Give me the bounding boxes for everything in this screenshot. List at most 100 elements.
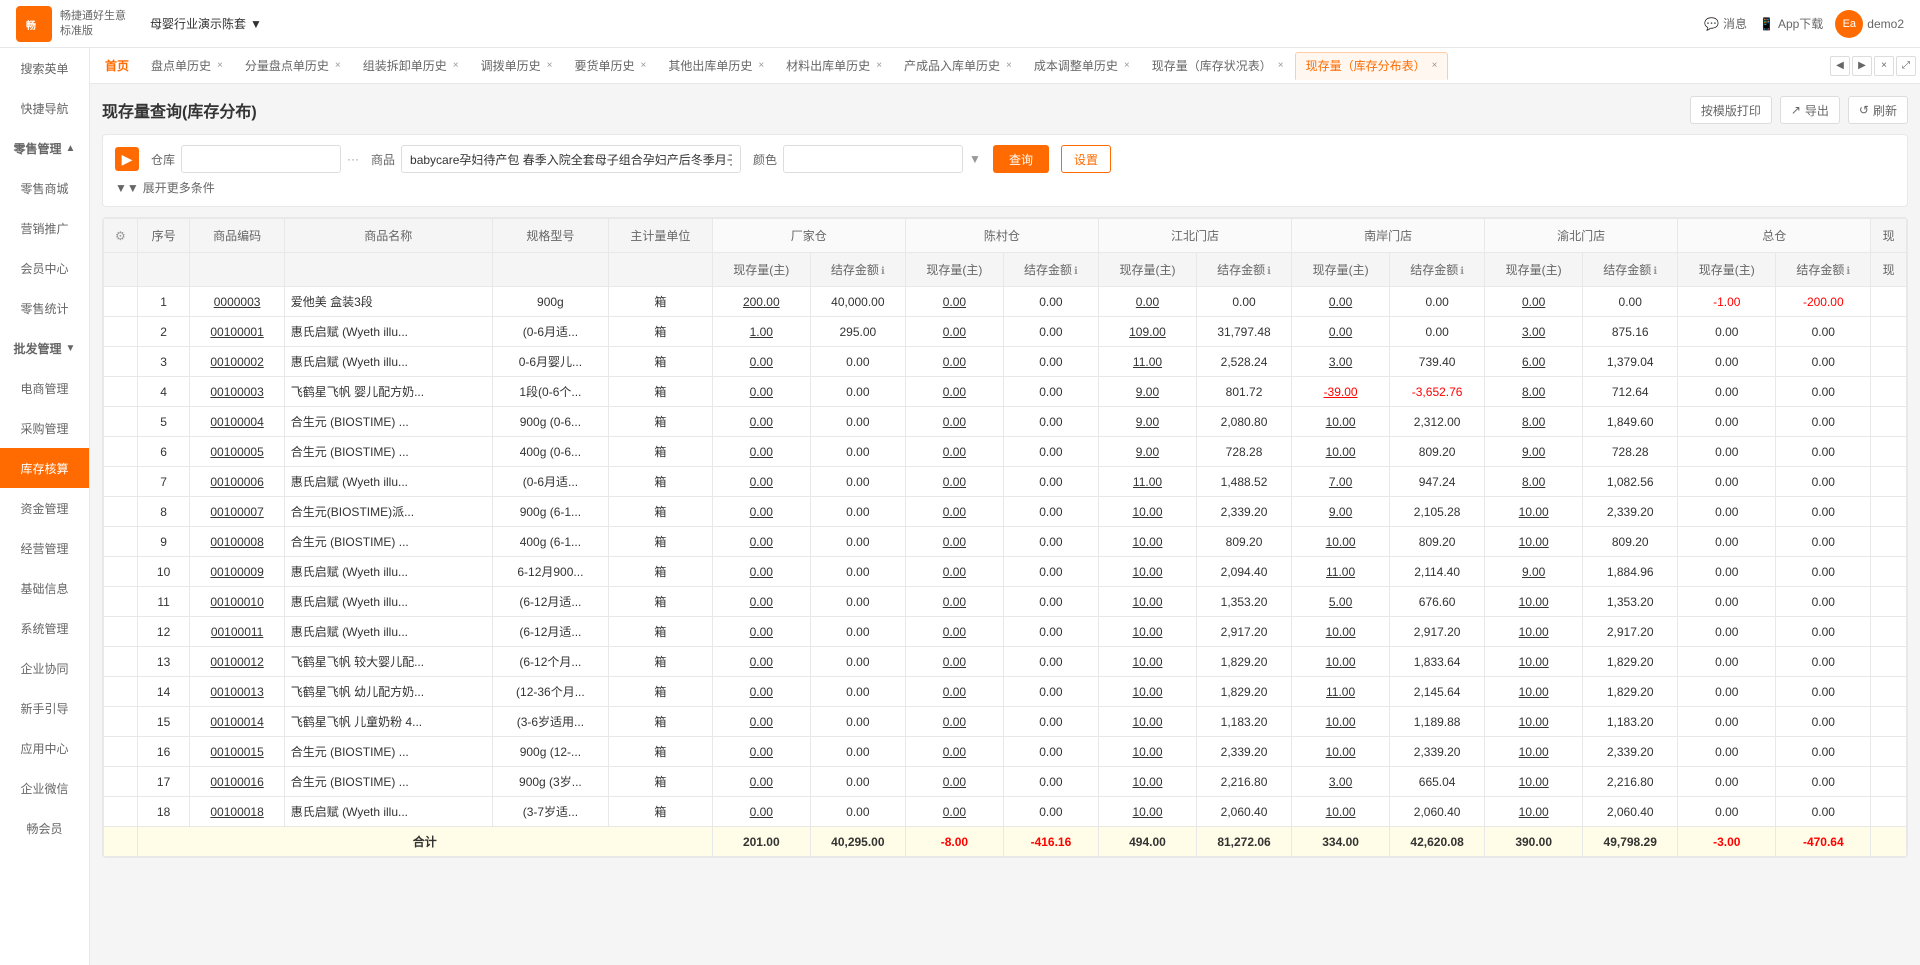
filter-row: ▶ 仓库 ··· 商品 颜色 ▼ 查询 设置 [115,145,1895,173]
sidebar-item-member[interactable]: 会员中心 [0,248,89,288]
sidebar-item-retail-stats[interactable]: 零售统计 [0,288,89,328]
filter-toggle-btn[interactable]: ▶ [115,147,139,171]
color-input[interactable] [783,145,963,173]
warehouse-input[interactable] [181,145,341,173]
settings-icon[interactable]: ⚙ [115,229,126,243]
cell-chenlu-amount: 0.00 [1003,407,1098,437]
search-btn[interactable]: 查询 [993,145,1049,173]
print-btn[interactable]: 按模版打印 [1690,96,1772,124]
cell-nanan-amount: 1,833.64 [1390,647,1485,677]
total-amount-info-icon[interactable]: ℹ [1846,266,1850,277]
cell-unit: 箱 [608,737,712,767]
nanan-amount-info-icon[interactable]: ℹ [1460,266,1464,277]
export-btn[interactable]: ↗ 导出 [1780,96,1840,124]
cell-unit: 箱 [608,497,712,527]
sidebar-item-search[interactable]: 搜索英单 [0,48,89,88]
tab-next-btn[interactable]: ▶ [1852,56,1872,76]
tab-expand-btn[interactable]: ⤢ [1896,56,1916,76]
cell-jiangbei-stock: 0.00 [1098,287,1196,317]
sidebar-item-retail-store[interactable]: 零售商城 [0,168,89,208]
tab-close-inventory-single[interactable]: × [217,60,223,71]
color-dropdown-icon[interactable]: ▼ [969,152,981,166]
cell-factory-amount: 0.00 [810,527,905,557]
cell-chenlu-stock: 0.00 [905,617,1003,647]
tab-stock-dist[interactable]: 现存量（库存分布表） × [1295,52,1449,80]
tab-close-all-btn[interactable]: × [1874,56,1894,76]
tab-requisition[interactable]: 要货单历史 × [563,52,657,80]
product-input[interactable] [401,145,741,173]
tab-close-product-in[interactable]: × [1006,60,1012,71]
setting-btn[interactable]: 设置 [1061,145,1111,173]
tab-close-requisition[interactable]: × [640,60,646,71]
tab-close-assembly[interactable]: × [453,60,459,71]
cell-jiangbei-amount: 801.72 [1197,377,1292,407]
app-download-btn[interactable]: 📱 App下载 [1759,15,1823,32]
tab-material-out[interactable]: 材料出库单历史 × [775,52,893,80]
tabs-wrapper: 首页 盘点单历史 × 分量盘点单历史 × 组装拆卸单历史 × 调拨单历史 × 要… [94,52,1826,80]
message-btn[interactable]: 💬 消息 [1704,15,1747,32]
table-row: 2 00100001 惠氏启赋 (Wyeth illu... (0-6月适...… [104,317,1907,347]
sidebar-item-wechat[interactable]: 企业微信 [0,768,89,808]
sidebar-item-members[interactable]: 畅会员 [0,808,89,848]
cell-jiangbei-stock: 10.00 [1098,497,1196,527]
tab-other-out[interactable]: 其他出库单历史 × [657,52,775,80]
user-menu[interactable]: Ea demo2 [1835,10,1904,38]
cell-spec: (0-6月适... [492,467,608,497]
tab-prev-btn[interactable]: ◀ [1830,56,1850,76]
tab-close-stock-status[interactable]: × [1278,60,1284,71]
table-row: 17 00100016 合生元 (BIOSTIME) ... 900g (3岁.… [104,767,1907,797]
industry-selector[interactable]: 母婴行业演示陈套 ▼ [150,15,262,32]
sidebar-item-app-center[interactable]: 应用中心 [0,728,89,768]
tab-close-inventory-dist[interactable]: × [335,60,341,71]
sidebar-item-inventory[interactable]: 库存核算 [0,448,89,488]
cell-nanan-stock: 11.00 [1292,557,1390,587]
cell-chenlu-amount: 0.00 [1003,497,1098,527]
cell-jiangbei-stock: 10.00 [1098,797,1196,827]
sidebar-item-marketing[interactable]: 营销推广 [0,208,89,248]
cell-chenlu-stock: 0.00 [905,767,1003,797]
sidebar-item-system[interactable]: 系统管理 [0,608,89,648]
tab-close-stock-dist[interactable]: × [1432,60,1438,71]
sidebar-item-ecommerce[interactable]: 电商管理 [0,368,89,408]
tab-cost-adjust[interactable]: 成本调整单历史 × [1023,52,1141,80]
cell-name: 合生元(BIOSTIME)派... [284,497,492,527]
tab-product-in[interactable]: 产成品入库单历史 × [893,52,1023,80]
tab-close-transfer[interactable]: × [547,60,553,71]
warehouse-more-icon[interactable]: ··· [347,152,359,166]
factory-amount-info-icon[interactable]: ℹ [881,266,885,277]
cell-factory-stock: 0.00 [712,497,810,527]
message-icon: 💬 [1704,17,1719,31]
cell-total-amount: 0.00 [1776,587,1871,617]
tab-home[interactable]: 首页 [94,52,140,80]
sidebar-item-purchase[interactable]: 采购管理 [0,408,89,448]
tab-inventory-dist[interactable]: 分量盘点单历史 × [234,52,352,80]
sidebar-item-operations[interactable]: 经营管理 [0,528,89,568]
cell-yuebei-stock: 10.00 [1485,617,1583,647]
summary-nanan-stock: 334.00 [1292,827,1390,857]
refresh-btn[interactable]: ↺ 刷新 [1848,96,1908,124]
tab-assembly[interactable]: 组装拆卸单历史 × [352,52,470,80]
tab-close-cost-adjust[interactable]: × [1124,60,1130,71]
tab-close-other-out[interactable]: × [758,60,764,71]
sidebar-item-finance[interactable]: 资金管理 [0,488,89,528]
tab-transfer[interactable]: 调拨单历史 × [470,52,564,80]
cell-name: 合生元 (BIOSTIME) ... [284,407,492,437]
logo-area: 畅 畅捷通好生意 标准版 母婴行业演示陈套 ▼ [16,6,262,42]
yuebei-amount-info-icon[interactable]: ℹ [1653,266,1657,277]
sidebar-item-guide[interactable]: 新手引导 [0,688,89,728]
cell-yuebei-amount: 1,183.20 [1583,707,1678,737]
chenlu-amount-info-icon[interactable]: ℹ [1074,266,1078,277]
sidebar-item-enterprise[interactable]: 企业协同 [0,648,89,688]
sidebar-item-nav[interactable]: 快捷导航 [0,88,89,128]
cell-chenlu-stock: 0.00 [905,797,1003,827]
sidebar-item-retail-mgmt[interactable]: 零售管理 ▲ [0,128,89,168]
tab-stock-status[interactable]: 现存量（库存状况表） × [1141,52,1295,80]
sidebar-item-wholesale[interactable]: 批发管理 ▼ [0,328,89,368]
sidebar-item-basic[interactable]: 基础信息 [0,568,89,608]
tab-inventory-single[interactable]: 盘点单历史 × [140,52,234,80]
tab-close-material-out[interactable]: × [876,60,882,71]
jiangbei-amount-info-icon[interactable]: ℹ [1267,266,1271,277]
data-table-container: ⚙ 序号 商品编码 商品名称 规格型号 主计量单位 厂家仓 陈村仓 江北门店 南… [102,217,1908,858]
cell-checkbox [104,437,138,467]
expand-conditions-btn[interactable]: ▼▼ 展开更多条件 [115,179,1895,196]
